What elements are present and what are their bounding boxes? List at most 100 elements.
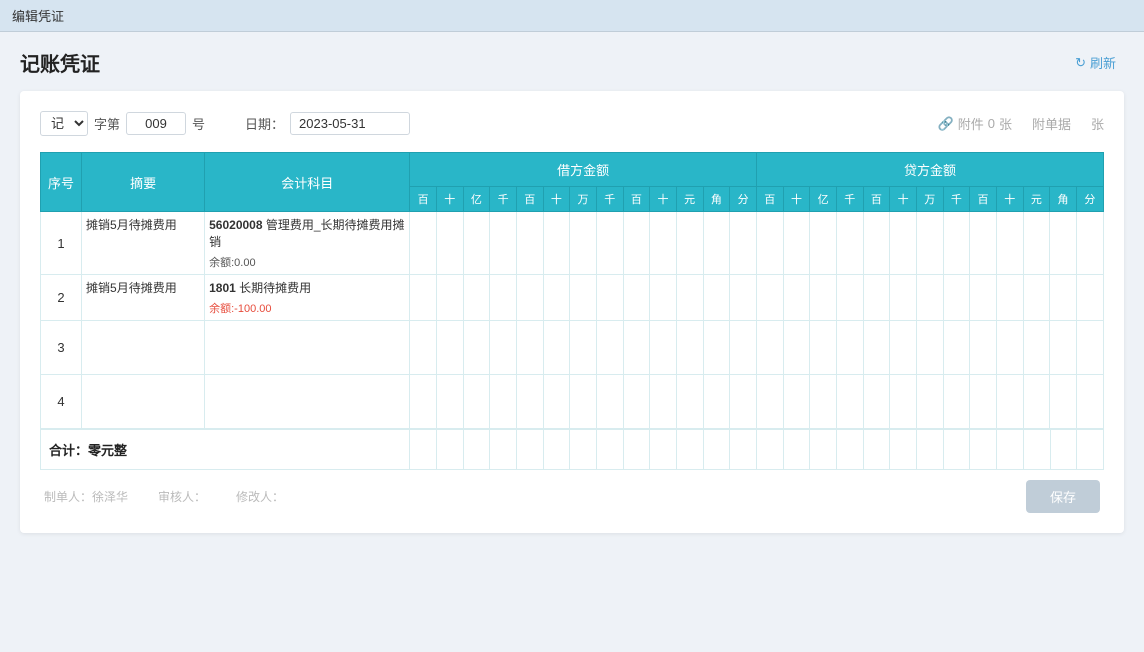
row-2-subject[interactable]: 1801 长期待摊费用余额:-100.00 bbox=[205, 275, 410, 321]
row-3-credit-d12[interactable] bbox=[1050, 321, 1077, 375]
date-input[interactable] bbox=[290, 112, 410, 135]
row-4-credit-d7[interactable] bbox=[916, 375, 943, 429]
row-1-credit-d13[interactable] bbox=[1076, 212, 1103, 275]
row-2-credit-d13[interactable] bbox=[1076, 275, 1103, 321]
row-2-summary[interactable]: 摊销5月待摊费用 bbox=[82, 275, 205, 321]
table-row[interactable]: 1摊销5月待摊费用56020008 管理费用_长期待摊费用摊销余额:0.00 bbox=[41, 212, 1104, 275]
voucher-number-input[interactable] bbox=[126, 112, 186, 135]
row-3-credit-d8[interactable] bbox=[943, 321, 970, 375]
row-3-debit-d11[interactable] bbox=[676, 321, 703, 375]
row-4-debit-d3[interactable] bbox=[463, 375, 490, 429]
row-4-debit-d13[interactable] bbox=[730, 375, 757, 429]
row-3-debit-d8[interactable] bbox=[596, 321, 623, 375]
row-2-credit-d11[interactable] bbox=[1023, 275, 1050, 321]
refresh-button[interactable]: ↻ 刷新 bbox=[1067, 49, 1124, 76]
row-3-debit-d9[interactable] bbox=[623, 321, 650, 375]
row-1-debit-d13[interactable] bbox=[730, 212, 757, 275]
row-4-credit-d13[interactable] bbox=[1076, 375, 1103, 429]
row-2-debit-d12[interactable] bbox=[703, 275, 730, 321]
row-4-debit-d8[interactable] bbox=[596, 375, 623, 429]
row-3-credit-d7[interactable] bbox=[916, 321, 943, 375]
row-1-credit-d8[interactable] bbox=[943, 212, 970, 275]
row-2-credit-d7[interactable] bbox=[916, 275, 943, 321]
row-2-debit-d5[interactable] bbox=[516, 275, 543, 321]
attachment-button[interactable]: 🔗 附件 0 张 bbox=[938, 114, 1012, 133]
row-3-debit-d5[interactable] bbox=[516, 321, 543, 375]
row-4-debit-d7[interactable] bbox=[570, 375, 597, 429]
row-4-debit-d10[interactable] bbox=[650, 375, 677, 429]
row-2-debit-d11[interactable] bbox=[676, 275, 703, 321]
row-3-credit-d9[interactable] bbox=[970, 321, 997, 375]
row-3-debit-d4[interactable] bbox=[490, 321, 517, 375]
row-3-debit-d3[interactable] bbox=[463, 321, 490, 375]
row-2-credit-d5[interactable] bbox=[863, 275, 890, 321]
row-1-subject[interactable]: 56020008 管理费用_长期待摊费用摊销余额:0.00 bbox=[205, 212, 410, 275]
row-3-summary[interactable] bbox=[82, 321, 205, 375]
row-3-credit-d11[interactable] bbox=[1023, 321, 1050, 375]
row-1-debit-d8[interactable] bbox=[596, 212, 623, 275]
table-row[interactable]: 4 bbox=[41, 375, 1104, 429]
row-1-debit-d5[interactable] bbox=[516, 212, 543, 275]
row-2-debit-d10[interactable] bbox=[650, 275, 677, 321]
row-1-debit-d4[interactable] bbox=[490, 212, 517, 275]
row-2-debit-d7[interactable] bbox=[570, 275, 597, 321]
row-1-credit-d12[interactable] bbox=[1050, 212, 1077, 275]
row-3-debit-d2[interactable] bbox=[436, 321, 463, 375]
row-1-credit-d11[interactable] bbox=[1023, 212, 1050, 275]
row-1-credit-d2[interactable] bbox=[783, 212, 810, 275]
row-1-debit-d3[interactable] bbox=[463, 212, 490, 275]
row-4-debit-d4[interactable] bbox=[490, 375, 517, 429]
row-4-summary[interactable] bbox=[82, 375, 205, 429]
row-2-debit-d8[interactable] bbox=[596, 275, 623, 321]
row-4-credit-d9[interactable] bbox=[970, 375, 997, 429]
row-4-debit-d5[interactable] bbox=[516, 375, 543, 429]
row-2-debit-d2[interactable] bbox=[436, 275, 463, 321]
voucher-type-select[interactable]: 记 收 付 转 bbox=[40, 111, 88, 136]
row-1-credit-d10[interactable] bbox=[996, 212, 1023, 275]
row-2-credit-d2[interactable] bbox=[783, 275, 810, 321]
row-2-debit-d3[interactable] bbox=[463, 275, 490, 321]
row-2-debit-d1[interactable] bbox=[410, 275, 437, 321]
row-3-subject[interactable] bbox=[205, 321, 410, 375]
row-4-debit-d9[interactable] bbox=[623, 375, 650, 429]
row-3-debit-d10[interactable] bbox=[650, 321, 677, 375]
table-row[interactable]: 3 bbox=[41, 321, 1104, 375]
row-1-credit-d1[interactable] bbox=[756, 212, 783, 275]
row-2-credit-d1[interactable] bbox=[756, 275, 783, 321]
row-2-credit-d6[interactable] bbox=[890, 275, 917, 321]
row-1-debit-d11[interactable] bbox=[676, 212, 703, 275]
row-1-credit-d6[interactable] bbox=[890, 212, 917, 275]
row-4-debit-d11[interactable] bbox=[676, 375, 703, 429]
row-4-credit-d12[interactable] bbox=[1050, 375, 1077, 429]
row-1-debit-d9[interactable] bbox=[623, 212, 650, 275]
row-1-debit-d6[interactable] bbox=[543, 212, 570, 275]
row-1-credit-d5[interactable] bbox=[863, 212, 890, 275]
row-3-credit-d13[interactable] bbox=[1076, 321, 1103, 375]
row-2-credit-d8[interactable] bbox=[943, 275, 970, 321]
row-2-debit-d6[interactable] bbox=[543, 275, 570, 321]
save-button[interactable]: 保存 bbox=[1026, 480, 1100, 513]
table-row[interactable]: 2摊销5月待摊费用1801 长期待摊费用余额:-100.00 bbox=[41, 275, 1104, 321]
row-1-credit-d9[interactable] bbox=[970, 212, 997, 275]
row-1-debit-d12[interactable] bbox=[703, 212, 730, 275]
row-3-credit-d3[interactable] bbox=[810, 321, 837, 375]
row-4-credit-d11[interactable] bbox=[1023, 375, 1050, 429]
row-2-credit-d10[interactable] bbox=[996, 275, 1023, 321]
row-4-credit-d10[interactable] bbox=[996, 375, 1023, 429]
row-3-credit-d6[interactable] bbox=[890, 321, 917, 375]
row-1-credit-d3[interactable] bbox=[810, 212, 837, 275]
row-2-credit-d9[interactable] bbox=[970, 275, 997, 321]
row-1-credit-d4[interactable] bbox=[836, 212, 863, 275]
row-4-credit-d5[interactable] bbox=[863, 375, 890, 429]
row-4-debit-d12[interactable] bbox=[703, 375, 730, 429]
row-3-credit-d5[interactable] bbox=[863, 321, 890, 375]
row-3-debit-d1[interactable] bbox=[410, 321, 437, 375]
row-4-credit-d4[interactable] bbox=[836, 375, 863, 429]
row-1-credit-d7[interactable] bbox=[916, 212, 943, 275]
row-3-debit-d12[interactable] bbox=[703, 321, 730, 375]
row-3-credit-d4[interactable] bbox=[836, 321, 863, 375]
row-1-debit-d1[interactable] bbox=[410, 212, 437, 275]
row-2-debit-d13[interactable] bbox=[730, 275, 757, 321]
row-3-debit-d6[interactable] bbox=[543, 321, 570, 375]
row-1-summary[interactable]: 摊销5月待摊费用 bbox=[82, 212, 205, 275]
